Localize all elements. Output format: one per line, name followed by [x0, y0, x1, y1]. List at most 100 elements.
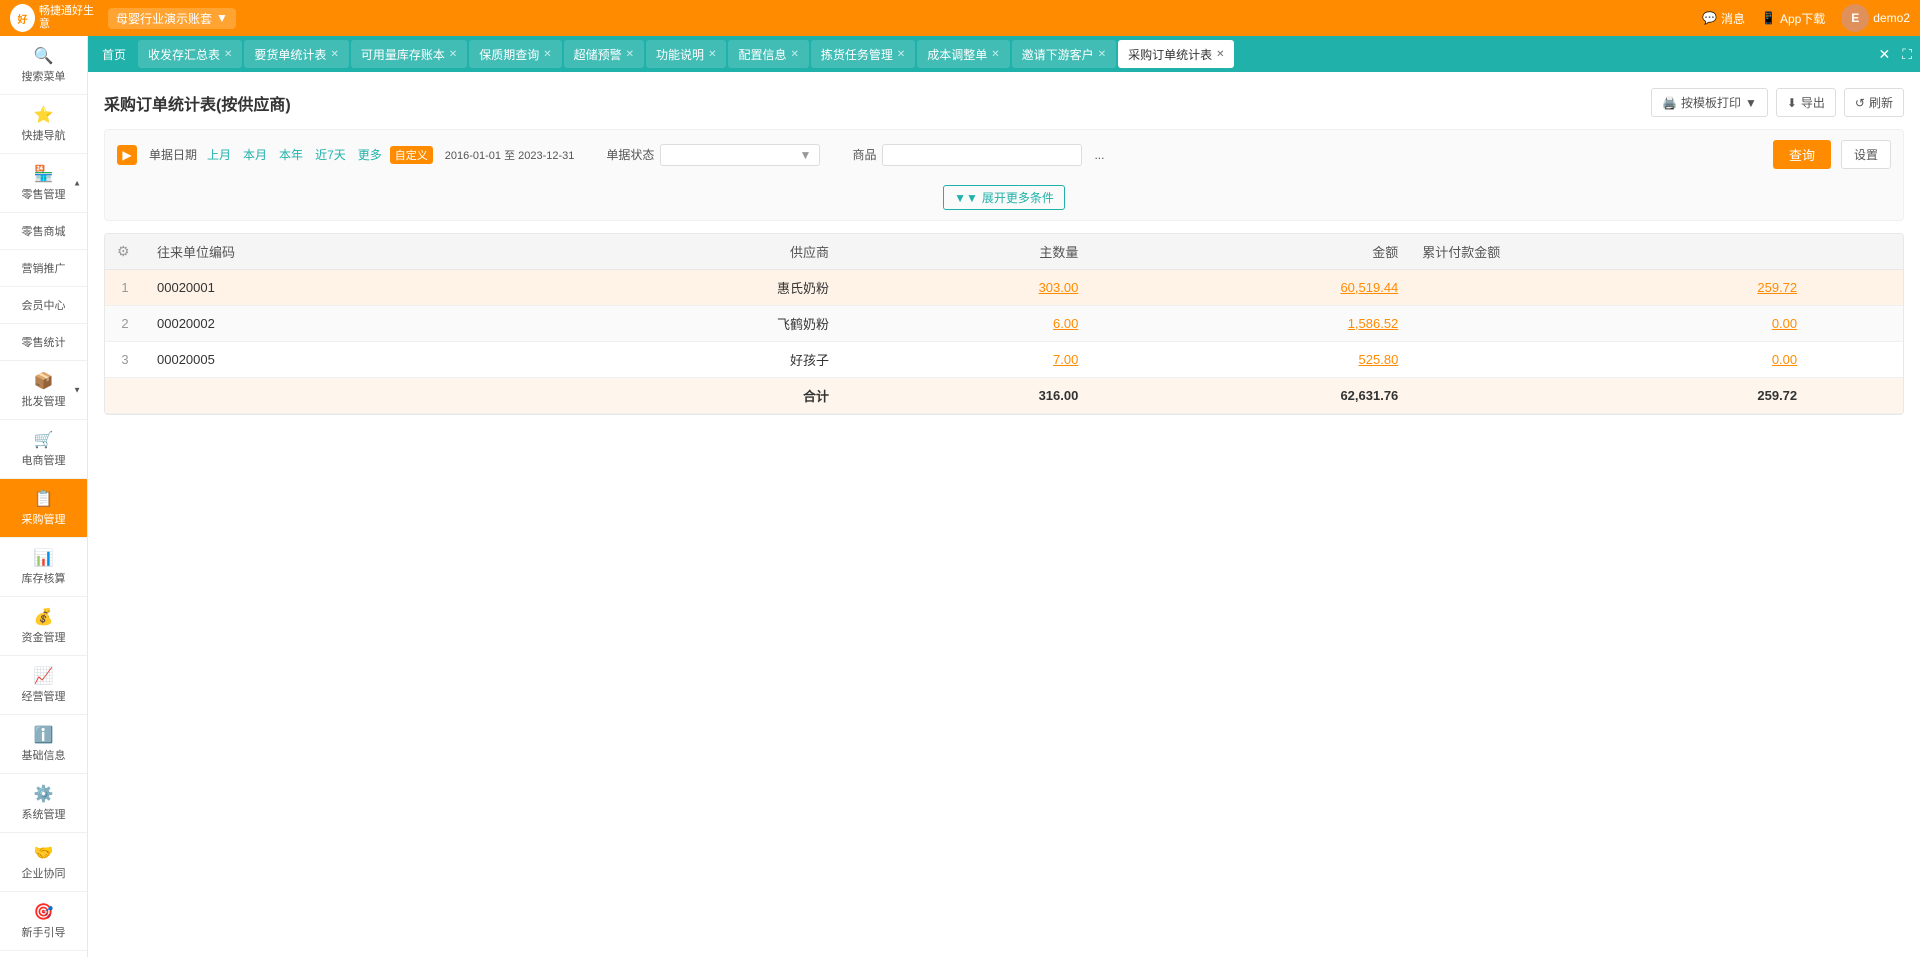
tab-close-icon[interactable]: ✕ — [330, 49, 338, 60]
sidebar-item-retail[interactable]: 🏪 零售管理 — [0, 154, 87, 213]
goods-filter-group: 商品 ... — [852, 144, 1110, 166]
sidebar-item-purchase[interactable]: 📋 采购管理 — [0, 479, 87, 538]
custom-date-badge[interactable]: 自定义 — [390, 146, 433, 164]
sidebar-item-shortcut[interactable]: ⭐ 快捷导航 — [0, 95, 87, 154]
row-code: 00020001 — [145, 270, 544, 306]
tab-close-all-btn[interactable]: ✕ — [1874, 44, 1894, 65]
row-extra — [1809, 270, 1903, 306]
more-date-shortcut[interactable]: 更多 — [354, 145, 386, 164]
print-button[interactable]: 🖨️ 按模板打印 ▼ — [1651, 88, 1768, 117]
qty-link[interactable]: 6.00 — [1053, 316, 1078, 331]
tab-overstock[interactable]: 超储预警 ✕ — [564, 40, 644, 68]
tab-warranty[interactable]: 保质期查询 ✕ — [469, 40, 561, 68]
app-download-btn[interactable]: 📱 App下载 — [1761, 10, 1825, 27]
this-year-shortcut[interactable]: 本年 — [275, 145, 307, 164]
message-btn[interactable]: 💬 消息 — [1702, 10, 1745, 27]
row-amount: 60,519.44 — [1090, 270, 1410, 306]
tab-task-mgmt[interactable]: 拣货任务管理 ✕ — [811, 40, 915, 68]
tab-close-icon[interactable]: ✕ — [543, 49, 551, 60]
tab-label: 配置信息 — [738, 46, 786, 63]
tab-close-icon[interactable]: ✕ — [449, 49, 457, 60]
sidebar-item-system[interactable]: ⚙️ 系统管理 — [0, 774, 87, 833]
tab-close-icon[interactable]: ✕ — [991, 49, 999, 60]
system-icon: ⚙️ — [34, 784, 54, 804]
more-filter-btn[interactable]: ... — [1088, 145, 1110, 165]
paid-link[interactable]: 0.00 — [1772, 352, 1797, 367]
last-month-shortcut[interactable]: 上月 — [203, 145, 235, 164]
th-amount: 金额 — [1090, 234, 1410, 270]
sidebar-item-appstore[interactable]: 📱 应用中心 — [0, 951, 87, 957]
app-download-label: App下载 — [1780, 10, 1825, 27]
amount-link[interactable]: 1,586.52 — [1348, 316, 1399, 331]
finance-icon: 💰 — [34, 607, 54, 627]
data-table: ⚙ 往来单位编码 供应商 主数量 金额 累计付款金额 1 00020001 — [105, 234, 1903, 414]
sidebar-item-retail-stats[interactable]: 零售统计 — [0, 324, 87, 361]
tab-invite[interactable]: 邀请下游客户 ✕ — [1012, 40, 1116, 68]
filter-toggle-button[interactable]: ▶ — [117, 145, 137, 165]
goods-search-input[interactable] — [882, 144, 1082, 166]
amount-link[interactable]: 60,519.44 — [1340, 280, 1398, 295]
amount-link[interactable]: 525.80 — [1359, 352, 1399, 367]
query-button[interactable]: 查询 — [1773, 140, 1831, 169]
tab-close-icon[interactable]: ✕ — [1216, 49, 1224, 60]
status-select[interactable]: ▼ — [660, 144, 820, 166]
page-title: 采购订单统计表(按供应商) — [104, 91, 291, 115]
print-arrow-icon: ▼ — [1745, 96, 1757, 110]
expand-more-btn[interactable]: ▼▼ 展开更多条件 — [943, 185, 1065, 210]
tab-receive-summary[interactable]: 收发存汇总表 ✕ — [138, 40, 242, 68]
filter-area: ▶ 单据日期 上月 本月 本年 近7天 更多 自定义 — [104, 129, 1904, 221]
refresh-button[interactable]: ↺ 刷新 — [1844, 88, 1904, 117]
qty-link[interactable]: 7.00 — [1053, 352, 1078, 367]
gear-icon[interactable]: ⚙ — [117, 243, 130, 259]
tab-func-guide[interactable]: 功能说明 ✕ — [646, 40, 726, 68]
row-num: 3 — [105, 342, 145, 378]
tab-maximize-btn[interactable]: ⛶ — [1898, 44, 1916, 65]
paid-link[interactable]: 259.72 — [1757, 280, 1797, 295]
qty-link[interactable]: 303.00 — [1039, 280, 1079, 295]
tab-label: 采购订单统计表 — [1128, 46, 1212, 63]
tab-goods-stats[interactable]: 要货单统计表 ✕ — [244, 40, 348, 68]
sidebar-item-marketing[interactable]: 营销推广 — [0, 250, 87, 287]
last-7-days-shortcut[interactable]: 近7天 — [311, 145, 350, 164]
tab-close-icon[interactable]: ✕ — [897, 49, 905, 60]
tab-close-icon[interactable]: ✕ — [790, 49, 798, 60]
tab-inventory-ledger[interactable]: 可用量库存账本 ✕ — [351, 40, 467, 68]
sidebar-item-wholesale[interactable]: 📦 批发管理 — [0, 361, 87, 420]
table-row[interactable]: 2 00020002 飞鹤奶粉 6.00 1,586.52 0.00 — [105, 306, 1903, 342]
filter-row-1: ▶ 单据日期 上月 本月 本年 近7天 更多 自定义 — [117, 140, 1891, 169]
tab-home[interactable]: 首页 — [92, 40, 136, 68]
sidebar-item-retail-shop[interactable]: 零售商城 — [0, 213, 87, 250]
tab-config[interactable]: 配置信息 ✕ — [728, 40, 808, 68]
print-label: 按模板打印 — [1681, 94, 1741, 111]
th-qty: 主数量 — [841, 234, 1090, 270]
sidebar-item-collab[interactable]: 🤝 企业协同 — [0, 833, 87, 892]
table-header-row: ⚙ 往来单位编码 供应商 主数量 金额 累计付款金额 — [105, 234, 1903, 270]
sidebar-item-finance[interactable]: 💰 资金管理 — [0, 597, 87, 656]
sidebar-item-newbie[interactable]: 🎯 新手引导 — [0, 892, 87, 951]
user-menu[interactable]: E demo2 — [1841, 4, 1910, 32]
settings-button[interactable]: 设置 — [1841, 140, 1891, 169]
this-month-shortcut[interactable]: 本月 — [239, 145, 271, 164]
tab-close-icon[interactable]: ✕ — [1098, 49, 1106, 60]
tab-close-icon[interactable]: ✕ — [708, 49, 716, 60]
paid-link[interactable]: 0.00 — [1772, 316, 1797, 331]
tab-cost-adjust[interactable]: 成本调整单 ✕ — [917, 40, 1009, 68]
page-header: 采购订单统计表(按供应商) 🖨️ 按模板打印 ▼ ⬇ 导出 ↺ 刷新 — [104, 88, 1904, 117]
phone-icon: 📱 — [1761, 11, 1776, 25]
sidebar-item-ecommerce[interactable]: 🛒 电商管理 — [0, 420, 87, 479]
sidebar-item-member[interactable]: 会员中心 — [0, 287, 87, 324]
table-row[interactable]: 3 00020005 好孩子 7.00 525.80 0.00 — [105, 342, 1903, 378]
tab-label: 保质期查询 — [479, 46, 539, 63]
table-row[interactable]: 1 00020001 惠氏奶粉 303.00 60,519.44 259.72 — [105, 270, 1903, 306]
export-button[interactable]: ⬇ 导出 — [1776, 88, 1836, 117]
sidebar-item-search[interactable]: 🔍 搜索菜单 — [0, 36, 87, 95]
tab-close-icon[interactable]: ✕ — [626, 49, 634, 60]
workspace-selector[interactable]: 母婴行业演示账套 ▼ — [108, 8, 236, 29]
tab-purchase-stats[interactable]: 采购订单统计表 ✕ — [1118, 40, 1234, 68]
sidebar-item-operations[interactable]: 📈 经营管理 — [0, 656, 87, 715]
sidebar-item-label: 会员中心 — [22, 297, 66, 313]
sidebar-item-basic[interactable]: ℹ️ 基础信息 — [0, 715, 87, 774]
th-paid: 累计付款金额 — [1410, 234, 1809, 270]
tab-close-icon[interactable]: ✕ — [224, 49, 232, 60]
sidebar-item-inventory[interactable]: 📊 库存核算 — [0, 538, 87, 597]
